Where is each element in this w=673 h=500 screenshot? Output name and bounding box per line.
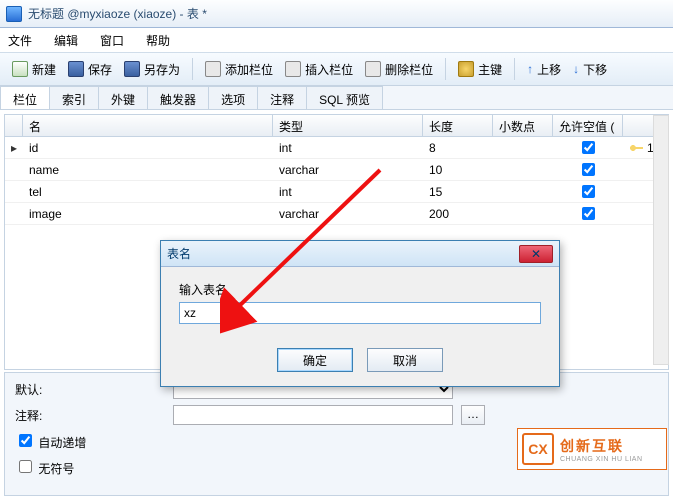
cell-null[interactable] [553, 136, 623, 159]
cancel-button[interactable]: 取消 [367, 348, 443, 372]
cell-dec[interactable] [493, 168, 553, 172]
cell-name[interactable]: image [23, 205, 273, 223]
cell-dec[interactable] [493, 190, 553, 194]
save-button[interactable]: 保存 [64, 59, 116, 80]
toolbar-separator [514, 58, 515, 80]
tab-trigger[interactable]: 触发器 [147, 86, 209, 109]
grid-header: 名 类型 长度 小数点 允许空值 ( [5, 115, 668, 137]
tab-index[interactable]: 索引 [49, 86, 99, 109]
save-icon [68, 61, 84, 77]
grid-header-dec[interactable]: 小数点 [493, 115, 553, 136]
arrow-up-icon: ↑ [527, 62, 533, 76]
cell-null[interactable] [553, 180, 623, 203]
saveas-icon [124, 61, 140, 77]
deletefield-icon [365, 61, 381, 77]
watermark-logo: CX [522, 433, 554, 465]
new-icon [12, 61, 28, 77]
dialog-title: 表名 [167, 245, 191, 262]
watermark-en: CHUANG XIN HU LIAN [560, 456, 643, 463]
insertfield-button[interactable]: 插入栏位 [281, 59, 357, 80]
saveas-button[interactable]: 另存为 [120, 59, 184, 80]
arrow-down-icon: ↓ [573, 62, 579, 76]
grid-header-cursor [5, 115, 23, 136]
cell-len[interactable]: 15 [423, 183, 493, 201]
menu-file[interactable]: 文件 [8, 32, 32, 49]
tab-strip: 栏位 索引 外键 触发器 选项 注释 SQL 预览 [0, 86, 673, 110]
cell-type[interactable]: int [273, 139, 423, 157]
table-row[interactable]: namevarchar10 [5, 159, 668, 181]
tab-fields[interactable]: 栏位 [0, 86, 50, 109]
null-checkbox[interactable] [582, 163, 595, 176]
toolbar-separator [192, 58, 193, 80]
cell-null[interactable] [553, 158, 623, 181]
movedown-button[interactable]: ↓下移 [569, 59, 611, 80]
tab-sql[interactable]: SQL 预览 [306, 86, 383, 109]
grid-header-null[interactable]: 允许空值 ( [553, 115, 623, 136]
deletefield-button[interactable]: 删除栏位 [361, 59, 437, 80]
cell-dec[interactable] [493, 146, 553, 150]
cell-name[interactable]: tel [23, 183, 273, 201]
insertfield-icon [285, 61, 301, 77]
table-row[interactable]: telint15 [5, 181, 668, 203]
cell-type[interactable]: varchar [273, 161, 423, 179]
pk-button[interactable]: 主键 [454, 59, 506, 80]
cell-dec[interactable] [493, 212, 553, 216]
row-cursor: ▸ [5, 141, 23, 155]
comment-label: 注释: [15, 407, 165, 424]
menu-bar: 文件 编辑 窗口 帮助 [0, 28, 673, 52]
table-row[interactable]: imagevarchar200 [5, 203, 668, 225]
addfield-button[interactable]: 添加栏位 [201, 59, 277, 80]
cell-type[interactable]: varchar [273, 205, 423, 223]
autoinc-checkbox[interactable] [19, 434, 32, 447]
unsigned-label: 无符号 [38, 462, 74, 476]
title-bar: 无标题 @myxiaoze (xiaoze) - 表 * [0, 0, 673, 28]
unsigned-checkbox[interactable] [19, 460, 32, 473]
null-checkbox[interactable] [582, 207, 595, 220]
vertical-scrollbar[interactable] [653, 115, 669, 365]
menu-window[interactable]: 窗口 [100, 32, 124, 49]
cell-name[interactable]: id [23, 139, 273, 157]
grid-header-name[interactable]: 名 [23, 115, 273, 136]
dialog-title-bar[interactable]: 表名 ✕ [161, 241, 559, 267]
watermark-cn: 创新互联 [560, 436, 643, 456]
moveup-button[interactable]: ↑上移 [523, 59, 565, 80]
table-name-dialog: 表名 ✕ 输入表名 确定 取消 [160, 240, 560, 387]
grid-header-len[interactable]: 长度 [423, 115, 493, 136]
toolbar-separator [445, 58, 446, 80]
tab-fk[interactable]: 外键 [98, 86, 148, 109]
null-checkbox[interactable] [582, 185, 595, 198]
autoinc-label: 自动递增 [38, 436, 86, 450]
key-icon [458, 61, 474, 77]
cell-type[interactable]: int [273, 183, 423, 201]
app-icon [6, 6, 22, 22]
cell-null[interactable] [553, 202, 623, 225]
menu-edit[interactable]: 编辑 [54, 32, 78, 49]
default-label: 默认: [15, 381, 165, 398]
key-icon [629, 143, 643, 153]
table-name-input[interactable] [179, 302, 541, 324]
tab-comment[interactable]: 注释 [257, 86, 307, 109]
cell-len[interactable]: 10 [423, 161, 493, 179]
addfield-icon [205, 61, 221, 77]
watermark: CX 创新互联 CHUANG XIN HU LIAN [517, 428, 667, 470]
null-checkbox[interactable] [582, 141, 595, 154]
close-icon: ✕ [531, 247, 541, 261]
dialog-label: 输入表名 [179, 281, 541, 298]
tab-options[interactable]: 选项 [208, 86, 258, 109]
comment-input[interactable] [173, 405, 453, 425]
menu-help[interactable]: 帮助 [146, 32, 170, 49]
close-button[interactable]: ✕ [519, 245, 553, 263]
grid-header-type[interactable]: 类型 [273, 115, 423, 136]
toolbar: 新建 保存 另存为 添加栏位 插入栏位 删除栏位 主键 ↑上移 ↓下移 [0, 52, 673, 86]
window-title: 无标题 @myxiaoze (xiaoze) - 表 * [28, 5, 207, 22]
new-button[interactable]: 新建 [8, 59, 60, 80]
cell-len[interactable]: 8 [423, 139, 493, 157]
cell-len[interactable]: 200 [423, 205, 493, 223]
cell-name[interactable]: name [23, 161, 273, 179]
ok-button[interactable]: 确定 [277, 348, 353, 372]
comment-ellipsis-button[interactable]: … [461, 405, 485, 425]
table-row[interactable]: ▸idint8 1 [5, 137, 668, 159]
